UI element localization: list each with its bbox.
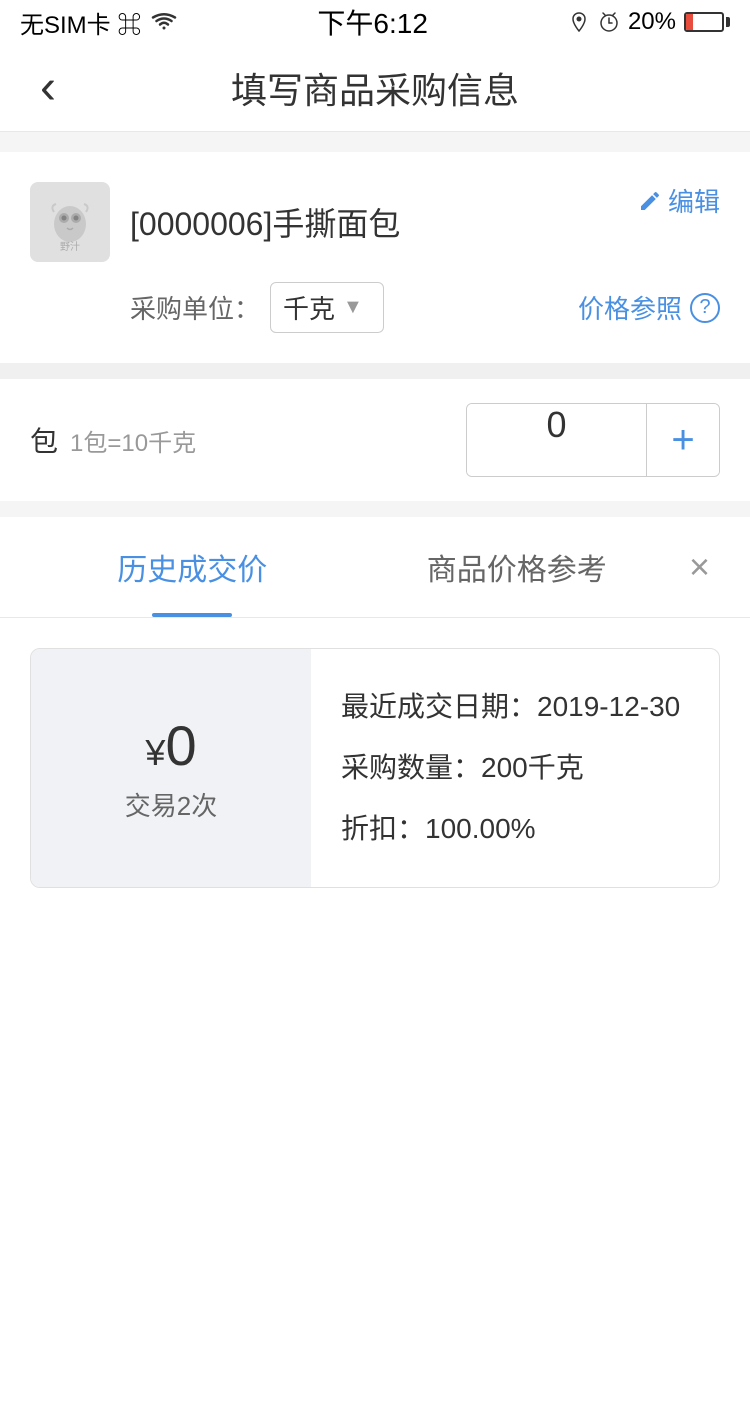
product-header: 野汁 [0000006]手撕面包 编辑 [30,182,720,262]
discount-value: 100.00% [425,813,536,844]
section-divider [0,363,750,379]
price-number: 0 [165,714,196,777]
unit-select[interactable]: 千克 ▼ [270,282,384,333]
currency-symbol: ¥ [145,732,165,773]
product-thumbnail: 野汁 [30,182,110,262]
history-price-value: ¥0 [145,713,196,778]
product-name: [0000006]手撕面包 [130,199,400,245]
quantity-detail-value: 200千克 [481,752,584,783]
tab-price-reference[interactable]: 商品价格参考 [354,517,678,617]
quantity-controls: 0 + [466,403,720,477]
product-logo-icon: 野汁 [40,192,100,252]
bottom-space [0,918,750,1418]
status-time: 下午6:12 [317,2,428,42]
help-circle-icon: ? [690,293,720,323]
quantity-detail-label: 采购数量： [341,752,481,783]
tab-history-price[interactable]: 历史成交价 [30,517,354,617]
dropdown-arrow-icon: ▼ [343,296,363,319]
history-price-card: ¥0 交易2次 最近成交日期：2019-12-30 采购数量：200千克 折扣：… [30,648,720,888]
page-title: 填写商品采购信息 [231,62,519,114]
tabs-header: 历史成交价 商品价格参考 × [0,517,750,618]
history-price-left: ¥0 交易2次 [31,649,311,887]
recent-date-value: 2019-12-30 [537,691,680,722]
status-bar: 无SIM卡 ⌘ 下午6:12 20% [0,0,750,44]
recent-date-row: 最近成交日期：2019-12-30 [341,685,689,730]
battery-percentage: 20% [628,8,676,36]
wifi-icon [151,12,177,32]
quantity-unit-tag: 包 [30,420,58,460]
status-carrier: 无SIM卡 ⌘ [20,5,177,40]
quantity-label: 包 1包=10千克 [30,420,196,460]
discount-label: 折扣： [341,813,425,844]
quantity-row-detail: 采购数量：200千克 [341,746,689,791]
location-icon [568,11,590,33]
edit-label: 编辑 [668,182,720,219]
tab-history-price-label: 历史成交价 [117,554,267,587]
tab-content-history: ¥0 交易2次 最近成交日期：2019-12-30 采购数量：200千克 折扣：… [0,618,750,918]
price-ref-label: 价格参照 [578,289,682,326]
edit-icon [638,189,662,213]
edit-button[interactable]: 编辑 [638,182,720,219]
status-right: 20% [568,8,730,36]
nav-bar: ‹ 填写商品采购信息 [0,44,750,132]
carrier-text: 无SIM卡 ⌘ [20,5,141,40]
tabs-container: 历史成交价 商品价格参考 × ¥0 交易2次 最近成交日期：2019-12-30… [0,517,750,918]
product-unit-row: 采购单位： 千克 ▼ 价格参照 ? [130,282,720,333]
tab-price-reference-label: 商品价格参考 [427,554,607,587]
discount-row: 折扣：100.00% [341,807,689,852]
product-card: 野汁 [0000006]手撕面包 编辑 采购单位： 千克 ▼ 价格参照 ? [0,152,750,363]
history-trades: 交易2次 [125,786,217,823]
unit-value: 千克 [283,289,335,326]
quantity-row: 包 1包=10千克 0 + [0,379,750,501]
product-info: 野汁 [0000006]手撕面包 [30,182,400,262]
quantity-input[interactable]: 0 [467,404,647,476]
alarm-icon [598,11,620,33]
price-ref-button[interactable]: 价格参照 ? [578,289,720,326]
svg-text:野汁: 野汁 [60,240,80,252]
tab-close-button[interactable]: × [679,536,720,598]
battery-icon [684,12,730,32]
quantity-plus-button[interactable]: + [647,404,719,476]
history-price-right: 最近成交日期：2019-12-30 采购数量：200千克 折扣：100.00% [311,649,719,887]
recent-date-label: 最近成交日期： [341,691,537,722]
unit-label: 采购单位： [130,289,260,326]
quantity-conversion: 1包=10千克 [70,423,196,458]
back-button[interactable]: ‹ [30,50,66,125]
